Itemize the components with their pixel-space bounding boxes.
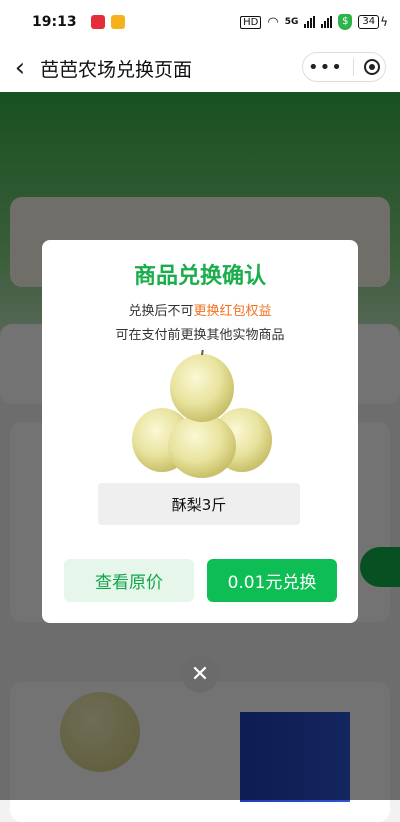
- notice-prefix: 兑换后不可: [128, 304, 194, 319]
- nav-bar: ‹ 芭芭农场兑换页面 •••: [0, 44, 400, 92]
- redeem-confirm-dialog: 商品兑换确认 兑换后不可更换红包权益 可在支付前更换其他实物商品 酥梨3斤 查看…: [42, 240, 358, 623]
- status-time: 19:13: [32, 14, 77, 30]
- mini-program-capsule: •••: [302, 52, 386, 82]
- signal-icon-2: [321, 16, 333, 28]
- pear-product-image: [132, 350, 272, 478]
- capsule-divider: [352, 58, 354, 76]
- view-original-price-button[interactable]: 查看原价: [64, 559, 194, 602]
- taobao-app-icon: [90, 15, 105, 29]
- notice-highlight: 更换红包权益: [193, 304, 272, 319]
- redeem-button[interactable]: 0.01元兑换: [207, 559, 337, 602]
- security-shield-icon: $: [338, 14, 353, 30]
- page-title: 芭芭农场兑换页面: [40, 58, 193, 81]
- status-indicators: HD ◠ 5G $ 34 ϟ: [240, 14, 388, 30]
- hd-icon: HD: [240, 15, 262, 29]
- charging-icon: ϟ: [380, 15, 388, 29]
- dialog-title: 商品兑换确认: [133, 264, 266, 289]
- signal-icon: [304, 16, 316, 28]
- battery-level: 34: [358, 15, 380, 29]
- 58-app-icon: [110, 15, 125, 29]
- status-app-icons: [90, 15, 125, 29]
- status-bar: 19:13 HD ◠ 5G $ 34 ϟ: [0, 0, 400, 44]
- wifi-icon: ◠: [267, 14, 279, 30]
- dialog-notice-line2: 可在支付前更换其他实物商品: [115, 328, 285, 343]
- product-name: 酥梨3斤: [98, 483, 300, 525]
- battery-icon: 34 ϟ: [358, 15, 388, 29]
- close-dialog-icon[interactable]: ✕: [181, 655, 219, 693]
- more-menu-icon[interactable]: •••: [308, 57, 343, 78]
- dialog-notice-line1: 兑换后不可更换红包权益: [42, 300, 358, 319]
- back-arrow-icon[interactable]: ‹: [0, 53, 40, 83]
- network-label: 5G: [284, 17, 299, 27]
- close-miniprogram-icon[interactable]: [363, 59, 380, 75]
